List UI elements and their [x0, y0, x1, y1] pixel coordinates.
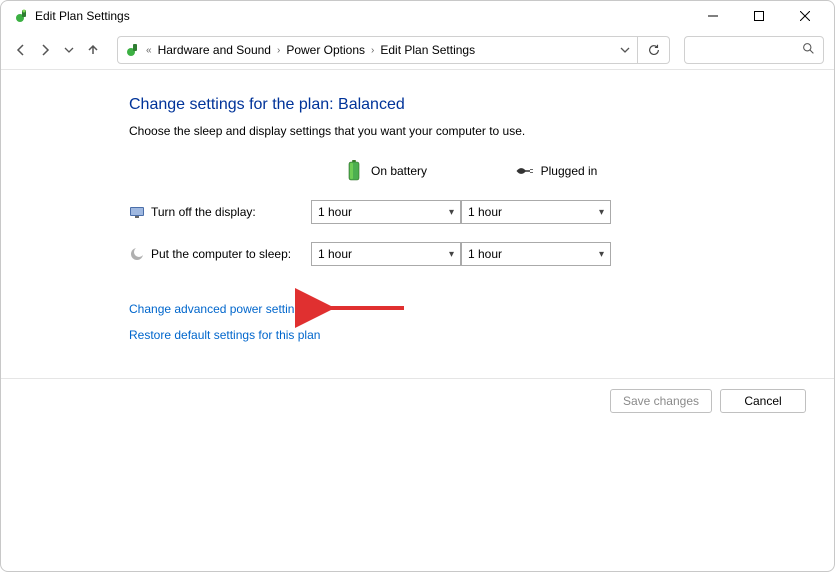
chevron-right-icon: › [275, 45, 282, 56]
select-value: 1 hour [318, 247, 352, 261]
search-icon [802, 42, 815, 58]
breadcrumb-item[interactable]: Edit Plan Settings [376, 37, 479, 63]
sleep-battery-select[interactable]: 1 hour ▾ [311, 242, 461, 266]
chevron-right-icon: › [369, 45, 376, 56]
sleep-row-label: Put the computer to sleep: [151, 247, 291, 261]
app-icon [13, 8, 29, 24]
select-value: 1 hour [318, 205, 352, 219]
restore-defaults-link[interactable]: Restore default settings for this plan [129, 328, 834, 342]
annotation-arrow [319, 298, 409, 321]
moon-icon [129, 246, 145, 262]
turn-off-display-row: Turn off the display: 1 hour ▾ 1 hour ▾ [129, 200, 834, 224]
titlebar: Edit Plan Settings [1, 1, 834, 31]
display-row-label: Turn off the display: [151, 205, 256, 219]
display-icon [129, 204, 145, 220]
plug-icon [515, 160, 533, 182]
maximize-button[interactable] [736, 1, 782, 31]
advanced-settings-link[interactable]: Change advanced power settings [129, 302, 834, 316]
plugged-column-label: Plugged in [541, 164, 598, 178]
page-subtext: Choose the sleep and display settings th… [129, 124, 834, 138]
display-plugged-select[interactable]: 1 hour ▾ [461, 200, 611, 224]
footer: Save changes Cancel [1, 378, 834, 423]
page-heading: Change settings for the plan: Balanced [129, 96, 834, 114]
sleep-plugged-select[interactable]: 1 hour ▾ [461, 242, 611, 266]
recent-locations-button[interactable] [59, 40, 79, 60]
display-battery-select[interactable]: 1 hour ▾ [311, 200, 461, 224]
battery-icon [345, 160, 363, 182]
address-dropdown-button[interactable] [613, 37, 637, 63]
forward-button[interactable] [35, 40, 55, 60]
nav-toolbar: « Hardware and Sound › Power Options › E… [1, 31, 834, 69]
search-input[interactable] [684, 36, 824, 64]
link-list: Change advanced power settings Restore d… [129, 302, 834, 342]
chevron-down-icon: ▾ [449, 207, 454, 218]
column-headers: On battery Plugged in [129, 160, 834, 182]
window-title: Edit Plan Settings [35, 9, 130, 23]
address-bar[interactable]: « Hardware and Sound › Power Options › E… [117, 36, 638, 64]
up-button[interactable] [83, 40, 103, 60]
back-button[interactable] [11, 40, 31, 60]
sleep-row: Put the computer to sleep: 1 hour ▾ 1 ho… [129, 242, 834, 266]
location-icon [124, 42, 140, 58]
refresh-button[interactable] [638, 36, 670, 64]
battery-column-label: On battery [371, 164, 427, 178]
cancel-button[interactable]: Cancel [720, 389, 806, 413]
chevron-down-icon: ▾ [449, 249, 454, 260]
breadcrumb-item[interactable]: Hardware and Sound [154, 37, 275, 63]
close-button[interactable] [782, 1, 828, 31]
breadcrumb-item[interactable]: Power Options [282, 37, 369, 63]
save-changes-button[interactable]: Save changes [610, 389, 712, 413]
content-area: Change settings for the plan: Balanced C… [1, 70, 834, 342]
select-value: 1 hour [468, 205, 502, 219]
chevron-down-icon: ▾ [599, 207, 604, 218]
minimize-button[interactable] [690, 1, 736, 31]
chevron-left-icon: « [144, 45, 154, 56]
select-value: 1 hour [468, 247, 502, 261]
chevron-down-icon: ▾ [599, 249, 604, 260]
